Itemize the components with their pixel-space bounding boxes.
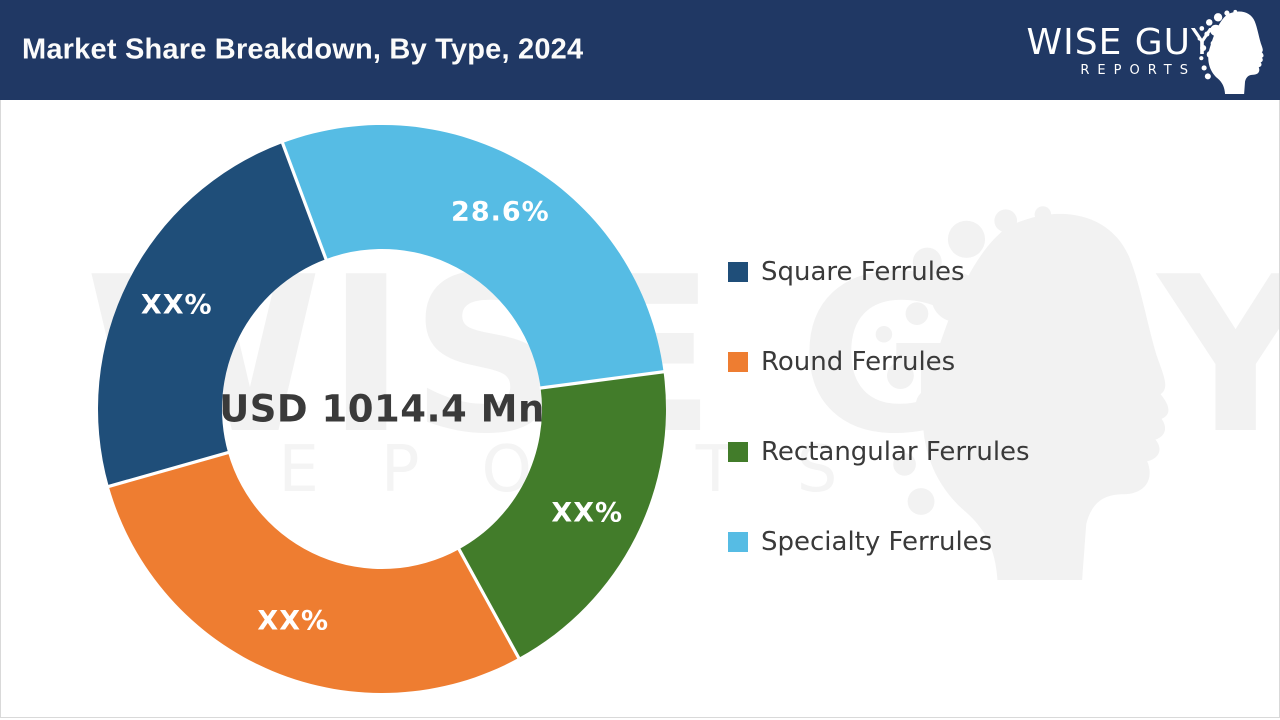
legend-label: Round Ferrules: [761, 347, 956, 377]
slice-label: 28.6%: [451, 196, 550, 227]
legend-label: Specialty Ferrules: [761, 527, 993, 557]
legend-label: Square Ferrules: [761, 257, 965, 287]
brain-head-icon: [1197, 9, 1264, 94]
page-title: Market Share Breakdown, By Type, 2024: [22, 33, 584, 66]
legend-item: Round Ferrules: [728, 347, 1030, 377]
legend-item: Rectangular Ferrules: [728, 437, 1030, 467]
slice-label: XX%: [551, 497, 623, 528]
brand-logo: WISE GUY REPORTS: [1026, 0, 1266, 100]
donut-segment-round-ferrules: [108, 452, 519, 693]
slice-label: XX%: [257, 606, 329, 637]
donut-segment-specialty-ferrules: [282, 125, 664, 389]
page: Market Share Breakdown, By Type, 2024 WI…: [0, 0, 1280, 720]
logo-brand-text: WISE GUY: [1026, 22, 1214, 63]
legend-swatch: [728, 352, 748, 372]
logo-sub-text: REPORTS: [1080, 63, 1196, 78]
legend-swatch: [728, 262, 748, 282]
donut-center-value: USD 1014.4 Mn: [219, 387, 545, 431]
legend-swatch: [728, 532, 748, 552]
header: Market Share Breakdown, By Type, 2024 WI…: [0, 0, 1280, 100]
legend-label: Rectangular Ferrules: [761, 437, 1030, 467]
legend-item: Specialty Ferrules: [728, 527, 1030, 557]
legend: Square Ferrules Round Ferrules Rectangular…: [728, 257, 1030, 617]
legend-swatch: [728, 442, 748, 462]
chart-area: WISE GUY REPORTS 28.6%XX%XX%XX% USD 1014…: [0, 100, 1280, 720]
legend-item: Square Ferrules: [728, 257, 1030, 287]
slice-label: XX%: [141, 290, 213, 321]
